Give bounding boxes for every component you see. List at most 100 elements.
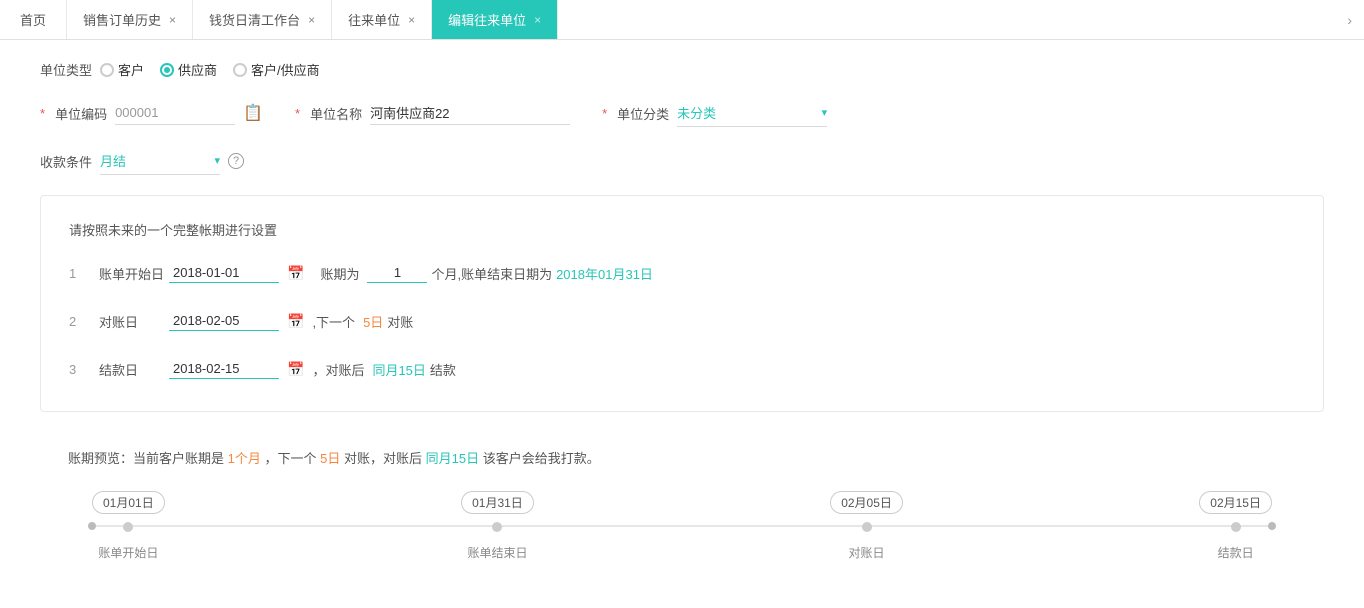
timeline-badge-3: 02月15日 (1199, 491, 1272, 514)
payment-terms-field: 收款条件 月结 ▾ ? (40, 147, 244, 175)
tabs-scroll-arrow[interactable]: › (1335, 12, 1364, 28)
help-icon[interactable]: ? (228, 153, 244, 169)
unit-category-star: * (602, 106, 607, 121)
tabs-bar: 首页 销售订单历史 × 钱货日清工作台 × 往来单位 × 编辑往来单位 × › (0, 0, 1364, 40)
tab-edit-partner[interactable]: 编辑往来单位 × (432, 0, 558, 39)
setting-row-2: 2 对账日 📅 ,下一个 5日 对账 (69, 311, 1295, 331)
payment-terms-row: 收款条件 月结 ▾ ? (40, 147, 1324, 175)
row-3-highlight: 同月15日 (372, 360, 425, 379)
unit-name-star: * (295, 106, 300, 121)
preview-text: 账期预览：当前客户账期是 1个月 ，下一个 5日 对账，对账后 同月15日 该客… (68, 448, 1296, 467)
unit-code-field: * 单位编码 📋 (40, 101, 263, 125)
tab-edit-partner-label: 编辑往来单位 (448, 10, 526, 29)
timeline-point-0: 01月01日 账单开始日 (92, 491, 165, 561)
row-2-prefix2: ,下一个 (312, 312, 355, 331)
tab-partner-list-close[interactable]: × (408, 13, 415, 27)
timeline-dot-1 (492, 522, 502, 532)
radio-customer-circle (100, 63, 114, 77)
row-1-desc-before: 账期为 (320, 264, 359, 283)
row-3-prefix2: ，对账后 (312, 360, 364, 379)
row-1-num: 1 (69, 266, 99, 281)
row-3-date-input[interactable] (169, 359, 279, 379)
payment-terms-label: 收款条件 (40, 152, 92, 171)
row-2-num: 2 (69, 314, 99, 329)
payment-terms-arrow: ▾ (214, 154, 220, 167)
tab-cash-work-label: 钱货日清工作台 (209, 10, 300, 29)
unit-category-label: 单位分类 (617, 104, 669, 123)
tab-partner-list-label: 往来单位 (348, 10, 400, 29)
unit-type-label: 单位类型 (40, 60, 92, 79)
card-instruction: 请按照未来的一个完整帐期进行设置 (69, 220, 1295, 239)
unit-name-field: * 单位名称 (295, 101, 570, 125)
tab-cash-work-close[interactable]: × (308, 13, 315, 27)
unit-type-row: 单位类型 客户 供应商 客户/供应商 (40, 60, 1324, 79)
unit-category-dropdown[interactable]: 未分类 ▾ (677, 99, 827, 127)
tab-home-label: 首页 (20, 10, 46, 29)
unit-type-field: 单位类型 客户 供应商 客户/供应商 (40, 60, 320, 79)
unit-info-row: * 单位编码 📋 * 单位名称 * 单位分类 未分类 ▾ (40, 99, 1324, 127)
unit-name-input[interactable] (370, 101, 570, 125)
main-content: 单位类型 客户 供应商 客户/供应商 * 单位编码 (0, 40, 1364, 608)
radio-supplier[interactable]: 供应商 (160, 60, 217, 79)
unit-category-arrow: ▾ (822, 106, 828, 119)
row-3-suffix2: 结款 (430, 360, 456, 379)
timeline-label-2: 对账日 (849, 544, 885, 561)
timeline-label-0: 账单开始日 (98, 544, 158, 561)
timeline-badge-0: 01月01日 (92, 491, 165, 514)
row-3-calendar-icon[interactable]: 📅 (287, 361, 304, 378)
tab-home[interactable]: 首页 (0, 0, 67, 39)
timeline-dot-2 (862, 522, 872, 532)
row-1-date-input[interactable] (169, 263, 279, 283)
row-2-highlight: 5日 (363, 312, 383, 331)
timeline-label-1: 账单结束日 (467, 544, 527, 561)
timeline-dot-3 (1231, 522, 1241, 532)
payment-terms-dropdown[interactable]: 月结 ▾ (100, 147, 220, 175)
radio-customer-label: 客户 (118, 60, 144, 79)
row-1-desc-after: 个月,账单结束日期为 (431, 264, 552, 283)
row-1-highlight: 2018年01月31日 (556, 264, 653, 283)
row-3-num: 3 (69, 362, 99, 377)
preview-label: 账期预览：当前客户账期是 (68, 451, 224, 466)
unit-type-radio-group: 客户 供应商 客户/供应商 (100, 60, 320, 79)
timeline-end-dot (1268, 522, 1276, 530)
row-2-date-input[interactable] (169, 311, 279, 331)
row-2-suffix2: 对账 (387, 312, 413, 331)
preview-end: 该客户会给我打款。 (483, 451, 600, 466)
unit-code-input[interactable] (115, 101, 235, 125)
radio-supplier-circle (160, 63, 174, 77)
copy-icon[interactable]: 📋 (243, 103, 263, 123)
unit-category-value: 未分类 (677, 103, 817, 122)
timeline-point-3: 02月15日 结款日 (1199, 491, 1272, 561)
row-1-period-input[interactable] (367, 263, 427, 283)
row-2-calendar-icon[interactable]: 📅 (287, 313, 304, 330)
timeline-point-1: 01月31日 账单结束日 (461, 491, 534, 561)
timeline-badge-2: 02月05日 (830, 491, 903, 514)
tab-sales-history[interactable]: 销售订单历史 × (67, 0, 193, 39)
timeline-dot-0 (123, 522, 133, 532)
radio-both[interactable]: 客户/供应商 (233, 60, 320, 79)
row-3-label: 结款日 (99, 360, 169, 379)
timeline-point-2: 02月05日 对账日 (830, 491, 903, 561)
row-1-calendar-icon[interactable]: 📅 (287, 265, 304, 282)
tab-sales-history-label: 销售订单历史 (83, 10, 161, 29)
radio-customer[interactable]: 客户 (100, 60, 144, 79)
tab-edit-partner-close[interactable]: × (534, 13, 541, 27)
timeline-badge-1: 01月31日 (461, 491, 534, 514)
radio-both-circle (233, 63, 247, 77)
unit-code-label: 单位编码 (55, 104, 107, 123)
unit-category-field: * 单位分类 未分类 ▾ (602, 99, 827, 127)
preview-part2: 5日 (320, 451, 340, 466)
timeline: 01月01日 账单开始日 01月31日 账单结束日 02月05日 对账日 02月… (68, 491, 1296, 561)
unit-name-label: 单位名称 (310, 104, 362, 123)
preview-middle1: ，下一个 (265, 451, 317, 466)
preview-part1: 1个月 (228, 451, 261, 466)
timeline-points: 01月01日 账单开始日 01月31日 账单结束日 02月05日 对账日 02月… (92, 491, 1272, 561)
tab-partner-list[interactable]: 往来单位 × (332, 0, 432, 39)
tab-sales-history-close[interactable]: × (169, 13, 176, 27)
setting-row-1: 1 账单开始日 📅 账期为 个月,账单结束日期为 2018年01月31日 (69, 263, 1295, 283)
preview-middle2: 对账，对账后 (344, 451, 422, 466)
timeline-label-3: 结款日 (1218, 544, 1254, 561)
preview-section: 账期预览：当前客户账期是 1个月 ，下一个 5日 对账，对账后 同月15日 该客… (40, 432, 1324, 577)
radio-both-label: 客户/供应商 (251, 60, 320, 79)
tab-cash-work[interactable]: 钱货日清工作台 × (193, 0, 332, 39)
